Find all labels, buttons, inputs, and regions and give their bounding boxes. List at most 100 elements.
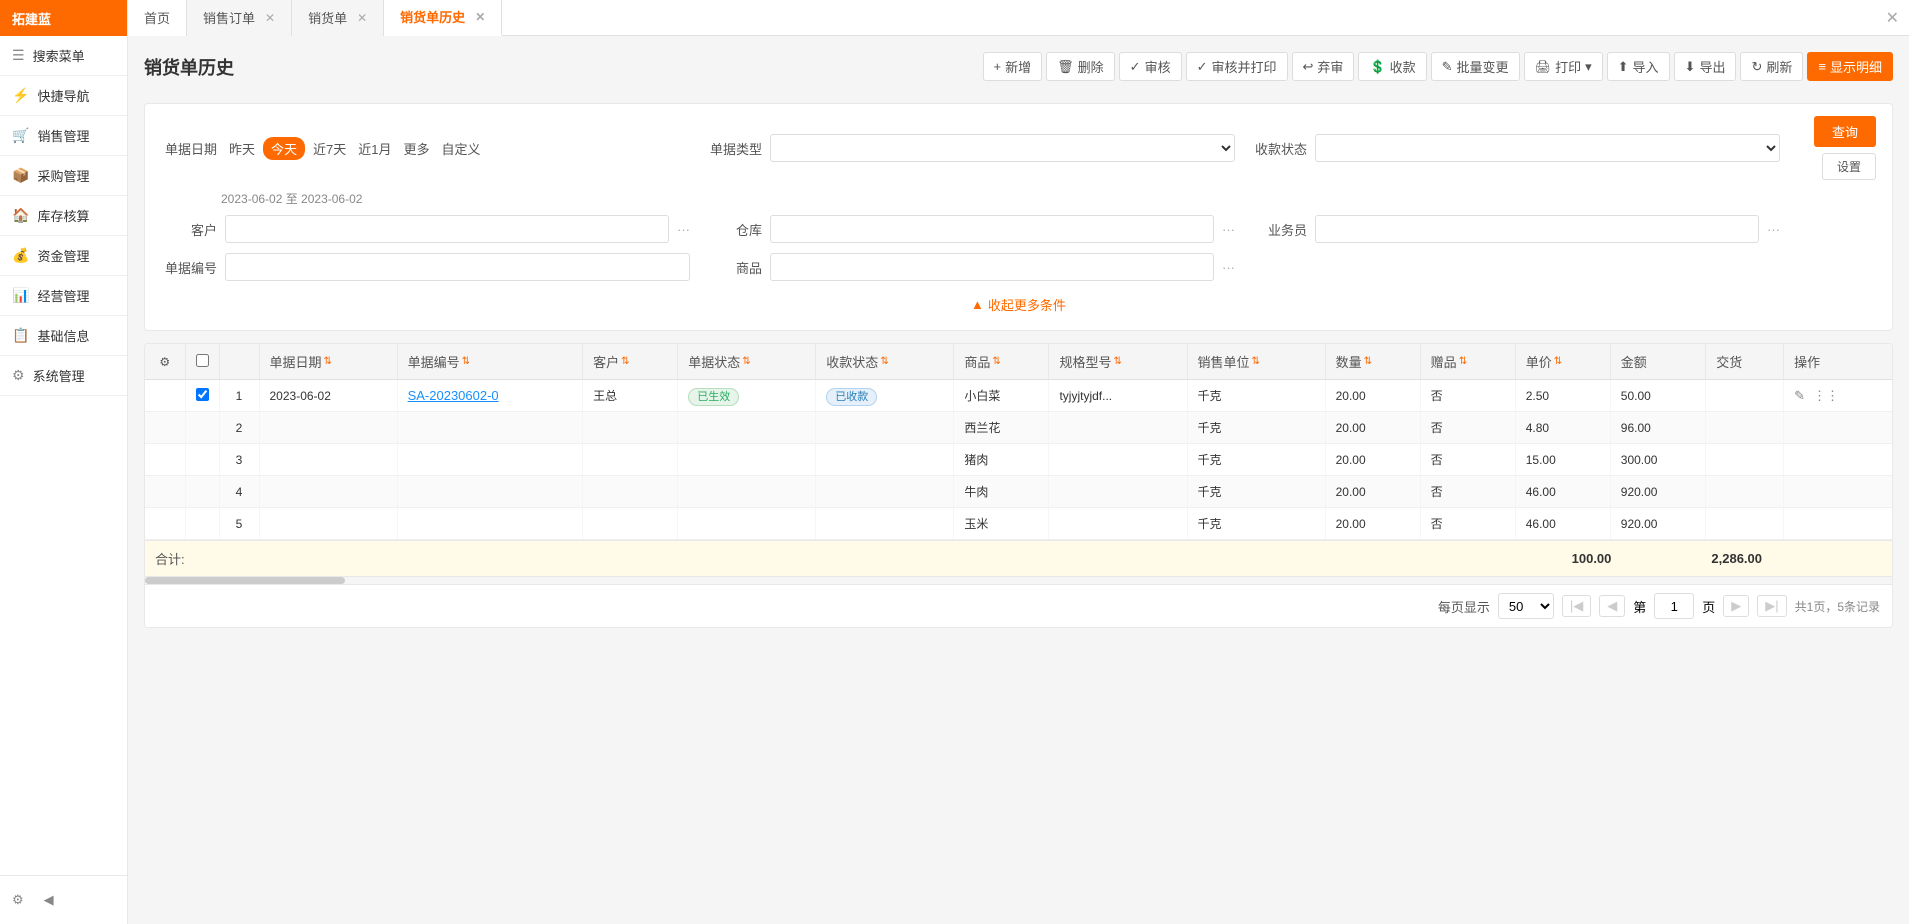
th-goods[interactable]: 商品 ⇅ [954,344,1049,380]
td-checkbox[interactable] [185,380,219,412]
edit-icon[interactable]: ✎ [1794,388,1805,404]
payment-status-select[interactable] [1315,134,1780,162]
th-spec[interactable]: 规格型号 ⇅ [1049,344,1187,380]
sidebar-item-quick-nav[interactable]: ⚡ 快捷导航 [0,76,127,116]
export-button[interactable]: ⬇ 导出 [1674,52,1737,81]
th-unit-price[interactable]: 单价 ⇅ [1515,344,1610,380]
tab-sales-goods-history-label: 销货单历史 [400,7,465,26]
goods-dots[interactable]: ··· [1222,260,1235,275]
more-icon[interactable]: ⋮⋮ [1813,388,1839,404]
tab-sales-order-close[interactable]: ✕ [265,11,275,25]
sidebar-item-finance[interactable]: 💰 资金管理 [0,236,127,276]
sidebar-item-sales-mgmt[interactable]: 🛒 销售管理 [0,116,127,156]
yesterday-shortcut[interactable]: 昨天 [225,137,259,160]
sidebar-item-purchase-mgmt[interactable]: 📦 采购管理 [0,156,127,196]
sidebar-bottom-settings[interactable]: ⚙ ◀ [0,884,127,916]
th-qty[interactable]: 数量 ⇅ [1325,344,1420,380]
operation-icon: 📊 [12,287,29,304]
collapse-btn[interactable]: ▲ 收起更多条件 [161,291,1876,318]
select-all-checkbox[interactable] [196,354,209,367]
sidebar-item-operation[interactable]: 📊 经营管理 [0,276,127,316]
goods-input[interactable] [770,253,1214,281]
tab-sales-goods-history[interactable]: 销货单历史 ✕ [384,0,502,36]
tabs-close-all[interactable]: ✕ [1886,8,1909,28]
receive-button[interactable]: 💲 收款 [1358,52,1426,81]
salesperson-dots[interactable]: ··· [1767,222,1780,237]
show-detail-button[interactable]: ≡ 显示明细 [1807,52,1893,81]
doc-type-select[interactable] [770,134,1235,162]
td-no: 5 [219,508,259,540]
audit-button[interactable]: ✓ 审核 [1119,52,1182,81]
row-checkbox[interactable] [196,388,209,401]
print-button[interactable]: 🖨 打印 ▾ [1524,52,1603,81]
last7days-shortcut[interactable]: 近7天 [309,137,350,160]
sidebar-item-search-menu[interactable]: ☰ 搜索菜单 [0,36,127,76]
show-detail-icon: ≡ [1818,59,1826,74]
doc-number-input[interactable] [225,253,690,281]
sidebar-item-system-mgmt[interactable]: ⚙ 系统管理 [0,356,127,396]
warehouse-input[interactable] [770,215,1214,243]
prev-page-btn[interactable]: ◀ [1599,595,1625,617]
warehouse-dots[interactable]: ··· [1222,222,1235,237]
batch-change-button[interactable]: ✎ 批量变更 [1431,52,1520,81]
query-button[interactable]: 查询 [1814,116,1876,147]
last1month-shortcut[interactable]: 近1月 [354,137,395,160]
th-customer[interactable]: 客户 ⇅ [583,344,678,380]
first-page-btn[interactable]: |◀ [1562,595,1591,617]
doc-number-filter-group: 单据编号 [161,253,690,281]
today-shortcut[interactable]: 今天 [263,137,305,160]
sidebar-item-label: 基础信息 [37,326,89,345]
salesperson-input[interactable] [1315,215,1759,243]
td-spec [1049,476,1187,508]
td-checkbox[interactable] [185,412,219,444]
th-doc-date[interactable]: 单据日期 ⇅ [259,344,397,380]
customer-input[interactable] [225,215,669,243]
sidebar-item-basic-info[interactable]: 📋 基础信息 [0,316,127,356]
doc-number-link[interactable]: SA-20230602-0 [408,388,499,403]
delete-button[interactable]: 🗑 删除 [1046,52,1115,81]
th-doc-status[interactable]: 单据状态 ⇅ [678,344,816,380]
th-checkbox[interactable] [185,344,219,380]
sort-doc-status-icon: ⇅ [742,356,750,367]
td-checkbox[interactable] [185,444,219,476]
abandon-label: 弃审 [1317,57,1343,76]
td-checkbox[interactable] [185,476,219,508]
tab-sales-order-label: 销售订单 [203,8,255,27]
tab-sales-goods-history-close[interactable]: ✕ [475,10,485,24]
table-scrollbar[interactable] [145,576,1892,584]
settings-button[interactable]: 设置 [1822,153,1876,180]
basic-info-icon: 📋 [12,327,29,344]
import-button[interactable]: ⬆ 导入 [1607,52,1670,81]
td-doc-number[interactable]: SA-20230602-0 [397,380,583,412]
td-transaction [1706,444,1784,476]
customer-dots[interactable]: ··· [677,222,690,237]
abandon-button[interactable]: ↩ 弃审 [1292,52,1355,81]
main-area: 首页 销售订单 ✕ 销货单 ✕ 销货单历史 ✕ ✕ 销货单历史 + 新增 [128,0,1909,924]
tab-sales-goods[interactable]: 销货单 ✕ [292,0,384,36]
tab-home[interactable]: 首页 [128,0,187,36]
tab-sales-goods-close[interactable]: ✕ [357,11,367,25]
th-settings[interactable]: ⚙ [145,344,185,380]
th-gift[interactable]: 赠品 ⇅ [1420,344,1515,380]
next-page-btn[interactable]: ▶ [1723,595,1749,617]
custom-shortcut[interactable]: 自定义 [438,137,485,160]
td-actions [1784,444,1892,476]
more-shortcut[interactable]: 更多 [400,137,434,160]
new-button[interactable]: + 新增 [983,52,1043,81]
td-customer [583,412,678,444]
th-payment-status[interactable]: 收款状态 ⇅ [816,344,954,380]
td-checkbox[interactable] [185,508,219,540]
tab-sales-order[interactable]: 销售订单 ✕ [187,0,292,36]
th-goods-label: 商品 [964,352,990,371]
sidebar-item-label: 搜索菜单 [33,46,85,65]
audit-print-button[interactable]: ✓ 审核并打印 [1186,52,1288,81]
refresh-button[interactable]: ↻ 刷新 [1740,52,1803,81]
td-amount: 50.00 [1610,380,1706,412]
td-customer: 王总 [583,380,678,412]
th-doc-number[interactable]: 单据编号 ⇅ [397,344,583,380]
page-size-select[interactable]: 50 20 100 [1498,593,1554,619]
page-input[interactable] [1654,593,1694,619]
last-page-btn[interactable]: ▶| [1757,595,1786,617]
sidebar-item-inventory[interactable]: 🏠 库存核算 [0,196,127,236]
th-unit[interactable]: 销售单位 ⇅ [1187,344,1325,380]
